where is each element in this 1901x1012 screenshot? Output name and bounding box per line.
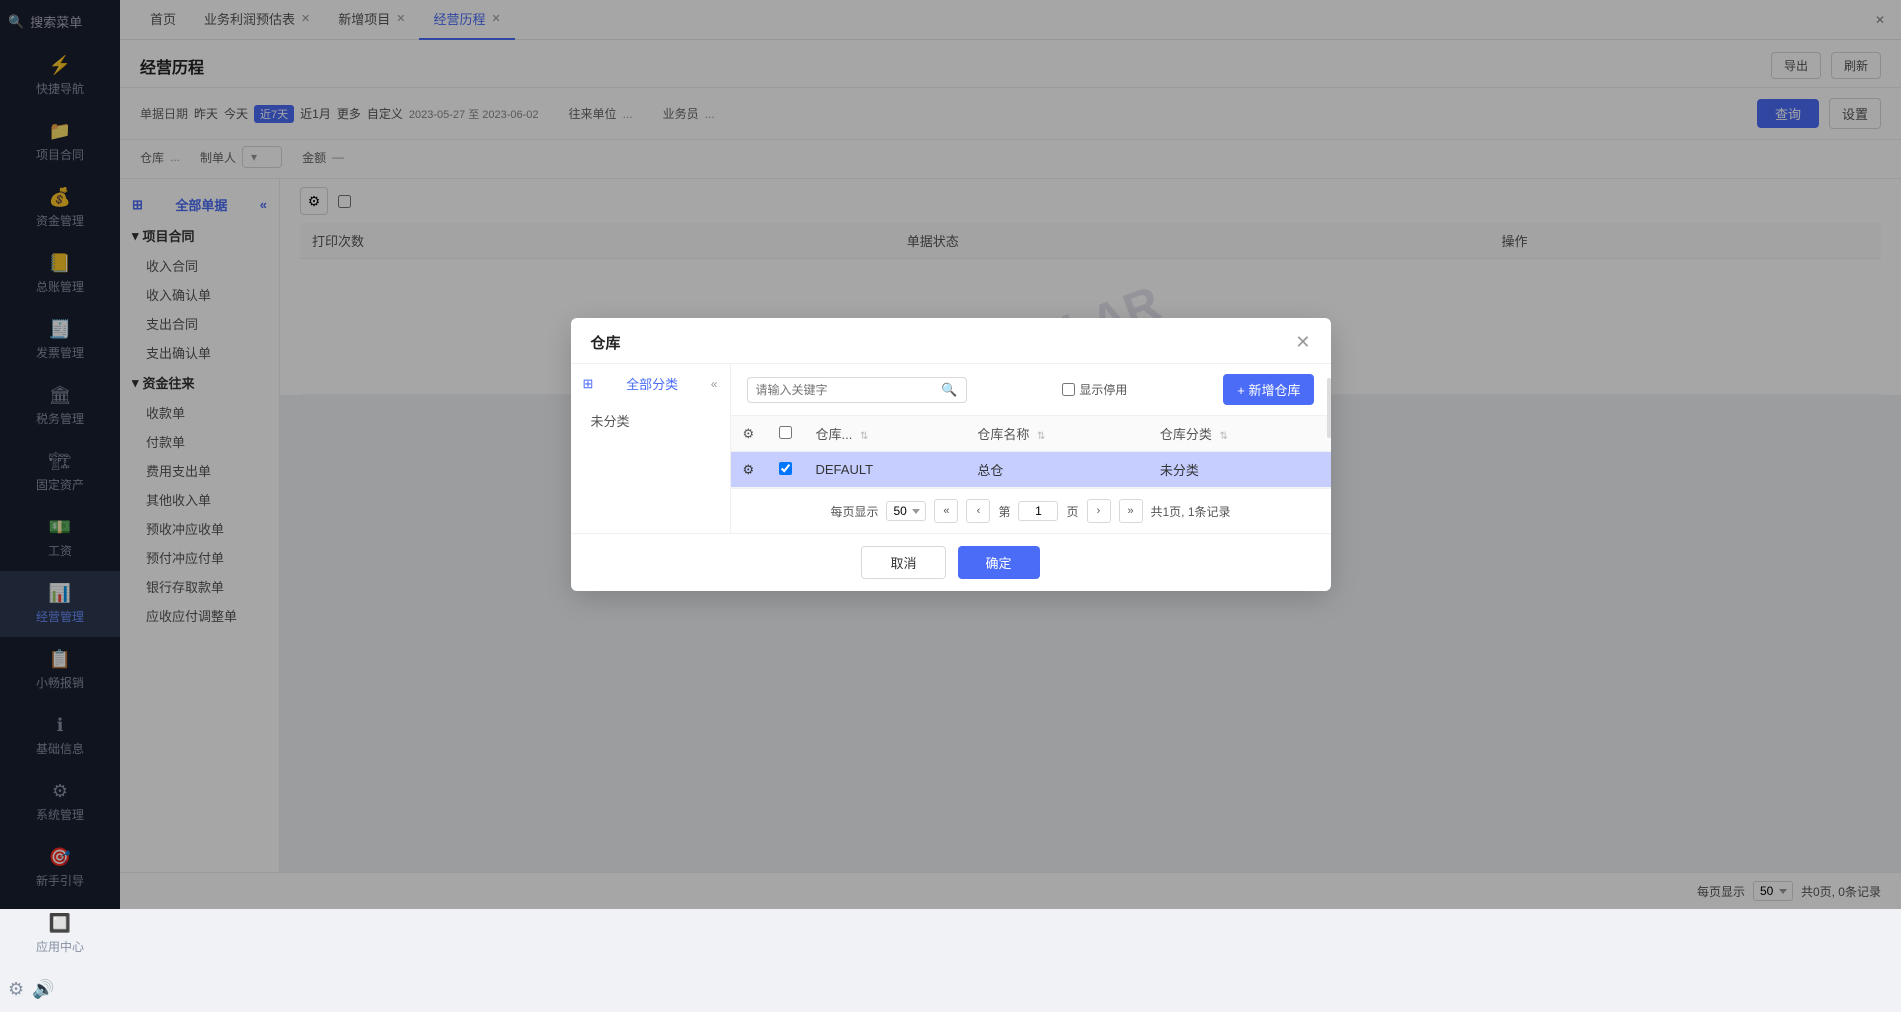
dialog-toolbar: 🔍 显示停用 + 新增仓库	[731, 364, 1331, 416]
page-label: 第	[998, 503, 1010, 520]
dialog-body: ⊞ 全部分类 « 未分类 🔍	[571, 364, 1331, 533]
last-page-button[interactable]: »	[1119, 499, 1143, 523]
dialog-per-page-select[interactable]: 50	[886, 501, 926, 521]
dialog-table-container: ⚙ 仓库... ⇅ 仓库名称 ⇅	[731, 416, 1331, 488]
app-center-icon: 🔲	[49, 913, 71, 934]
dialog-select-all[interactable]	[779, 426, 792, 439]
sort-code-icon: ⇅	[860, 431, 868, 442]
confirm-button[interactable]: 确定	[958, 546, 1040, 579]
dialog-footer: 取消 确定	[571, 533, 1331, 591]
col-gear: ⚙	[731, 416, 767, 452]
total-record-label: 共1页, 1条记录	[1151, 503, 1231, 520]
settings-icon[interactable]: ⚙	[8, 979, 24, 1000]
sidebar-item-label: 应用中心	[36, 938, 84, 955]
dialog-header: 仓库 ✕	[571, 318, 1331, 364]
all-category-header[interactable]: ⊞ 全部分类 «	[571, 364, 730, 403]
col-check	[767, 416, 804, 452]
warehouse-dialog: 仓库 ✕ ⊞ 全部分类 « 未分类	[571, 318, 1331, 591]
left-panel-collapse[interactable]: «	[711, 377, 718, 391]
dialog-search-box[interactable]: 🔍	[747, 377, 967, 403]
volume-icon[interactable]: 🔊	[32, 979, 54, 1000]
row-name: 总仓	[965, 452, 1148, 488]
first-page-button[interactable]: «	[934, 499, 958, 523]
dialog-overlay: 仓库 ✕ ⊞ 全部分类 « 未分类	[0, 0, 1901, 909]
show-disabled-checkbox[interactable]	[1062, 383, 1075, 396]
row-category: 未分类	[1148, 452, 1331, 488]
sort-name-icon: ⇅	[1037, 431, 1045, 442]
row-code: DEFAULT	[804, 452, 966, 488]
row-check[interactable]	[767, 452, 804, 488]
col-name: 仓库名称 ⇅	[965, 416, 1148, 452]
dialog-right-panel: 🔍 显示停用 + 新增仓库 ⚙	[731, 364, 1331, 533]
next-page-button[interactable]: ›	[1087, 499, 1111, 523]
dialog-per-page-label: 每页显示	[830, 503, 878, 520]
current-page-input[interactable]	[1018, 501, 1058, 521]
sort-cat-icon: ⇅	[1220, 431, 1228, 442]
all-category-label: 全部分类	[626, 374, 678, 393]
col-category: 仓库分类 ⇅	[1148, 416, 1331, 452]
dialog-close-button[interactable]: ✕	[1295, 332, 1310, 353]
dialog-left-panel: ⊞ 全部分类 « 未分类	[571, 364, 731, 533]
dialog-title: 仓库	[591, 332, 621, 353]
dialog-pagination: 每页显示 50 « ‹ 第 页 › » 共1页, 1条记录	[731, 488, 1331, 533]
add-warehouse-button[interactable]: + 新增仓库	[1223, 374, 1314, 405]
grid-icon2: ⊞	[583, 376, 594, 392]
row-gear: ⚙	[731, 452, 767, 488]
show-disabled-checkbox-label[interactable]: 显示停用	[1062, 381, 1127, 398]
unclassified-item[interactable]: 未分类	[571, 403, 730, 438]
dialog-search-input[interactable]	[756, 383, 936, 397]
dialog-table: ⚙ 仓库... ⇅ 仓库名称 ⇅	[731, 416, 1331, 488]
cancel-button[interactable]: 取消	[861, 546, 945, 579]
search-icon2: 🔍	[941, 382, 957, 398]
page-suffix: 页	[1066, 503, 1078, 520]
row-gear-icon: ⚙	[743, 462, 755, 477]
col-code: 仓库... ⇅	[804, 416, 966, 452]
row-checkbox[interactable]	[779, 462, 792, 475]
table-row[interactable]: ⚙ DEFAULT 总仓 未分类	[731, 452, 1331, 488]
sidebar-item-app-center[interactable]: 🔲 应用中心	[0, 901, 120, 967]
prev-page-button[interactable]: ‹	[966, 499, 990, 523]
sidebar-bottom: ⚙ 🔊	[0, 967, 120, 1012]
show-disabled-label: 显示停用	[1079, 381, 1127, 398]
